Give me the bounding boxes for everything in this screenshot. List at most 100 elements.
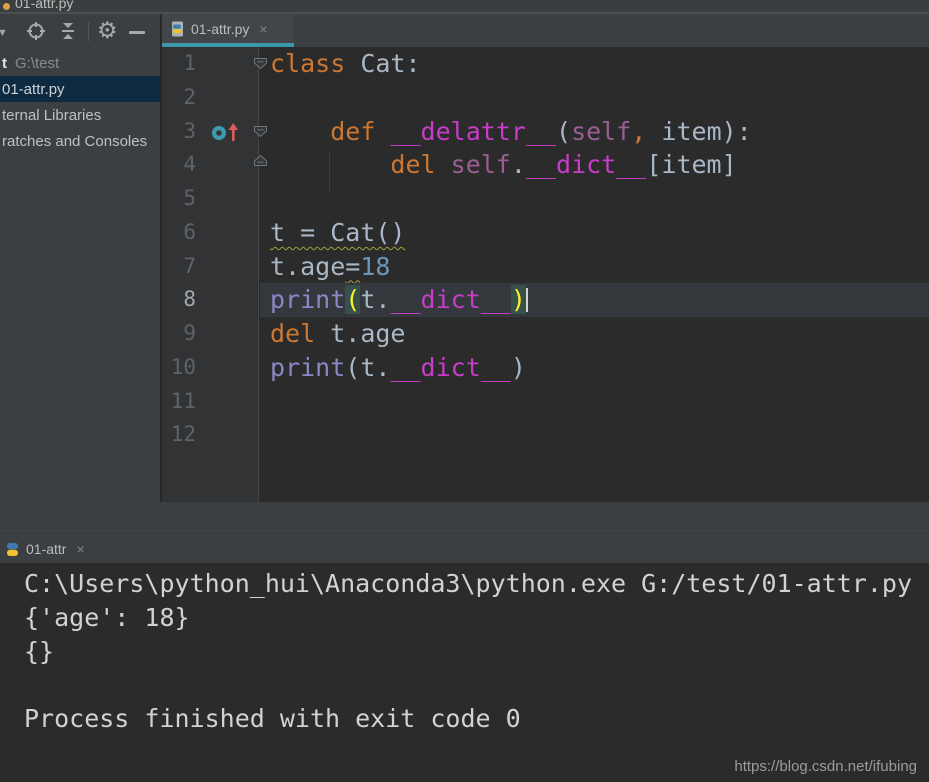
- line-number: 6: [183, 219, 196, 244]
- code-token: __delattr__: [390, 116, 557, 146]
- editor-tab-label: 01-attr.py: [191, 21, 250, 37]
- code-token: def: [330, 116, 391, 146]
- toolbar-separator: [88, 22, 89, 41]
- code-line[interactable]: 10 print(t.__dict__): [162, 351, 929, 385]
- code-token: Cat:: [360, 49, 421, 78]
- fold-expand-icon[interactable]: [253, 154, 268, 167]
- code-token: (: [345, 285, 361, 315]
- line-number: 4: [183, 152, 196, 177]
- code-rows: 1 class Cat: 2 3 def __delattr__(self, i…: [162, 47, 929, 452]
- code-line[interactable]: 12: [162, 418, 929, 452]
- run-tab-01-attr[interactable]: 01-attr ×: [0, 534, 95, 564]
- fold-collapse-icon[interactable]: [253, 125, 268, 138]
- tree-item-external-libraries[interactable]: ternal Libraries: [0, 102, 160, 128]
- code-text: del self.__dict__[item]: [260, 148, 929, 182]
- code-token: del: [270, 319, 331, 348]
- code-text: t.age=18: [260, 250, 929, 284]
- console-output-line: {'age': 18}: [24, 602, 190, 632]
- editor-tab-01-attr[interactable]: 01-attr.py ×: [162, 14, 294, 47]
- gutter-icon-cell: [196, 385, 260, 419]
- code-line[interactable]: 1 class Cat:: [162, 47, 929, 81]
- project-toolbar: ▼ ⚙: [0, 14, 160, 48]
- code-line[interactable]: 4 del self.__dict__[item]: [162, 148, 929, 182]
- line-number: 8: [183, 287, 196, 312]
- code-line-current[interactable]: 8 print(t.__dict__): [162, 283, 929, 317]
- code-editor[interactable]: 1 class Cat: 2 3 def __delattr__(self, i…: [162, 47, 929, 502]
- code-line[interactable]: 9 del t.age: [162, 317, 929, 351]
- code-token: print: [270, 352, 346, 382]
- run-console[interactable]: C:\Users\python_hui\Anaconda3\python.exe…: [0, 563, 929, 782]
- code-token: t.age: [330, 319, 406, 348]
- code-token: del: [390, 150, 451, 180]
- code-token: t.age: [270, 251, 346, 281]
- line-number: 5: [183, 186, 196, 210]
- code-line[interactable]: 7 t.age=18: [162, 250, 929, 284]
- code-token: 18: [360, 251, 391, 281]
- project-tree: t G:\test 01-attr.py ternal Libraries ra…: [0, 50, 160, 154]
- python-file-icon: [172, 21, 183, 37]
- gutter-icon-cell: [196, 148, 267, 182]
- tree-item-label: ternal Libraries: [2, 106, 102, 124]
- gutter-icon-cell: [196, 81, 260, 115]
- fold-collapse-icon[interactable]: [253, 57, 268, 70]
- code-token: t.: [360, 285, 391, 315]
- close-run-tab-icon[interactable]: ×: [76, 541, 84, 557]
- code-token: .: [510, 150, 526, 180]
- gutter-icon-cell: [196, 283, 260, 317]
- locate-file-icon[interactable]: [26, 21, 46, 41]
- code-token: __dict__: [390, 285, 511, 315]
- code-token: __dict__: [390, 352, 511, 382]
- code-token: self: [571, 116, 632, 146]
- hide-panel-icon[interactable]: [129, 31, 145, 34]
- console-output-line: {}: [24, 636, 55, 666]
- python-run-icon: [7, 542, 18, 556]
- collapse-all-icon[interactable]: [59, 22, 77, 40]
- dropdown-arrow-icon[interactable]: ▼: [0, 27, 8, 39]
- code-line[interactable]: 6 t = Cat(): [162, 216, 929, 250]
- gutter-icon-cell: [196, 351, 260, 385]
- gutter-icon-cell: [196, 418, 260, 452]
- code-line[interactable]: 2: [162, 81, 929, 115]
- code-line[interactable]: 3 def __delattr__(self, item):: [162, 115, 929, 149]
- close-tab-icon[interactable]: ×: [259, 21, 267, 37]
- code-text: def __delattr__(self, item):: [260, 115, 929, 149]
- code-token: item: [646, 116, 722, 146]
- settings-gear-icon[interactable]: ⚙: [97, 15, 118, 45]
- console-command-line: C:\Users\python_hui\Anaconda3\python.exe…: [24, 569, 913, 598]
- override-method-icon[interactable]: [209, 121, 245, 143]
- line-number: 9: [183, 321, 196, 345]
- code-token: [item]: [646, 150, 737, 180]
- code-token: ): [510, 285, 526, 315]
- tree-root-item[interactable]: t G:\test: [0, 50, 160, 76]
- code-token: t = Cat(): [270, 217, 406, 247]
- code-text: class Cat:: [260, 47, 929, 81]
- code-text: del t.age: [260, 317, 929, 351]
- code-line[interactable]: 5: [162, 182, 929, 216]
- code-token: class: [270, 49, 361, 78]
- line-number: 11: [170, 388, 196, 413]
- gutter-icon-cell: [196, 115, 267, 149]
- code-token: (: [556, 116, 572, 146]
- code-token: __dict__: [525, 150, 647, 180]
- tree-item-scratches[interactable]: ratches and Consoles: [0, 128, 160, 154]
- code-token: =: [345, 251, 361, 281]
- tree-item-01-attr[interactable]: 01-attr.py: [0, 76, 160, 102]
- panel-splitter[interactable]: [0, 502, 929, 533]
- code-token: (: [345, 352, 361, 382]
- tree-item-label: 01-attr.py: [2, 80, 65, 98]
- project-panel: ▼ ⚙ t G:\test 01-attr.py ternal Librarie…: [0, 14, 162, 502]
- project-root-name: t: [2, 54, 7, 72]
- code-line[interactable]: 11: [162, 385, 929, 419]
- line-number: 12: [170, 422, 196, 447]
- text-caret: [525, 288, 528, 313]
- pycharm-window: 01-attr.py ▼ ⚙ t G:\test 01-attr.py tern…: [0, 0, 929, 782]
- editor-tab-bar: 01-attr.py ×: [162, 14, 929, 47]
- code-token: t.: [360, 352, 391, 382]
- gutter-icon-cell: [196, 250, 260, 284]
- gutter-icon-cell: [196, 47, 267, 81]
- gutter-icon-cell: [196, 216, 260, 250]
